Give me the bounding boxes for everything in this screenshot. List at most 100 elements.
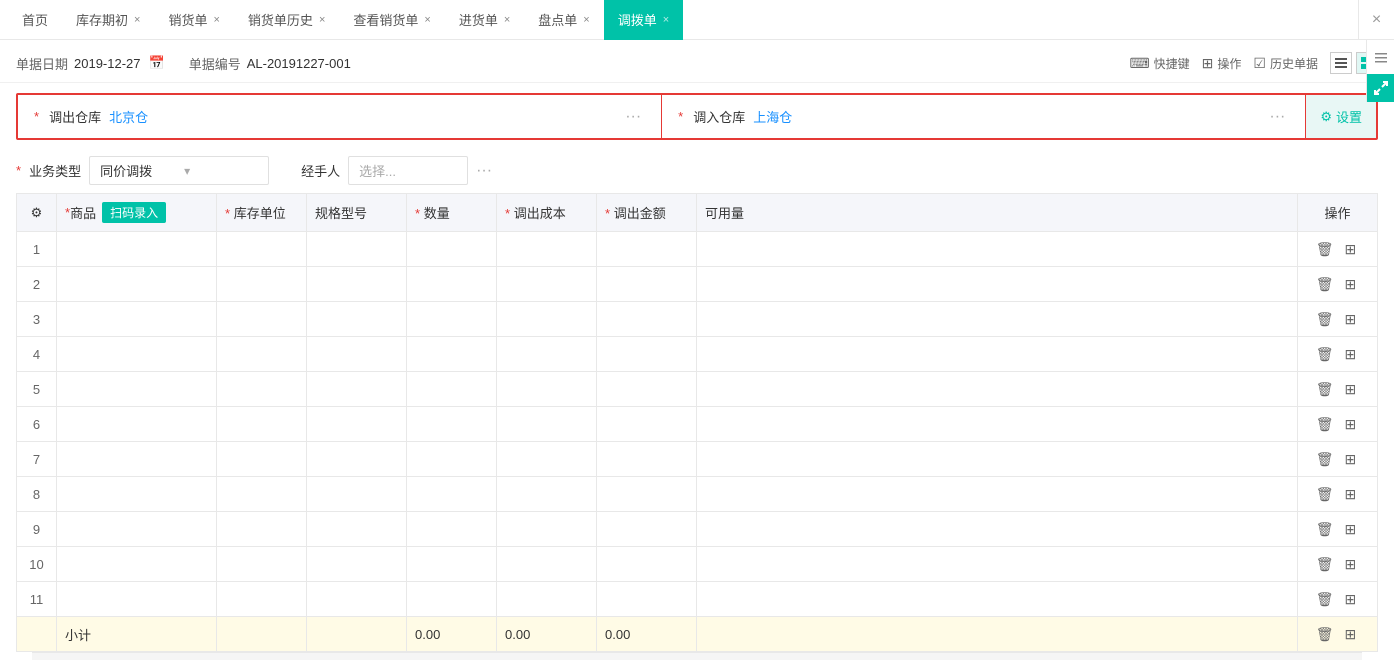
row-delete-icon[interactable]: 🗑 <box>1314 273 1336 295</box>
row-index-cell: 6 <box>17 407 57 442</box>
tab-close-purchase[interactable]: × <box>504 14 510 26</box>
tab-close-sales-order[interactable]: × <box>213 14 219 26</box>
layout-list-button[interactable] <box>1330 52 1352 74</box>
row-copy-icon[interactable]: ⊞ <box>1339 273 1361 295</box>
tab-home[interactable]: 首页 <box>8 0 62 40</box>
row-spec-cell <box>307 582 407 617</box>
row-copy-icon[interactable]: ⊞ <box>1339 553 1361 575</box>
row-copy-icon[interactable]: ⊞ <box>1339 378 1361 400</box>
table-row: 5 🗑 ⊞ <box>17 372 1378 407</box>
tab-close-inventory-init[interactable]: × <box>134 14 140 26</box>
subtotal-amount-cell: 0.00 <box>597 617 697 652</box>
row-product-cell[interactable] <box>57 267 217 302</box>
subtotal-delete-icon[interactable]: 🗑 <box>1314 623 1336 645</box>
keyboard-icon: ⌨ <box>1129 55 1149 72</box>
row-product-cell[interactable] <box>57 477 217 512</box>
row-product-cell[interactable] <box>57 582 217 617</box>
operations-button[interactable]: ⊞ 操作 <box>1202 55 1242 72</box>
row-product-cell[interactable] <box>57 372 217 407</box>
tab-purchase-order[interactable]: 进货单 × <box>445 0 524 40</box>
tab-transfer[interactable]: 调拨单 × <box>604 0 683 40</box>
tab-sales-history[interactable]: 销货单历史 × <box>234 0 339 40</box>
row-copy-icon[interactable]: ⊞ <box>1339 518 1361 540</box>
row-copy-icon[interactable]: ⊞ <box>1339 413 1361 435</box>
business-type-select[interactable]: 同价调拨 ▾ <box>89 156 269 185</box>
row-product-cell[interactable] <box>57 337 217 372</box>
horizontal-scrollbar[interactable] <box>32 652 1362 660</box>
scan-entry-button[interactable]: 扫码录入 <box>102 202 166 223</box>
tab-view-sales[interactable]: 查看销货单 × <box>339 0 444 40</box>
row-copy-icon[interactable]: ⊞ <box>1339 588 1361 610</box>
row-op-cell: 🗑 ⊞ <box>1298 232 1378 267</box>
calendar-icon[interactable]: 📅 <box>149 55 165 71</box>
doc-no-label: 单据编号 <box>189 54 241 73</box>
row-product-cell[interactable] <box>57 302 217 337</box>
tab-close-transfer[interactable]: × <box>663 14 669 26</box>
row-copy-icon[interactable]: ⊞ <box>1339 448 1361 470</box>
row-qty-cell <box>407 407 497 442</box>
shortcuts-button[interactable]: ⌨ 快捷键 <box>1129 55 1189 72</box>
row-cost-cell <box>497 337 597 372</box>
subtotal-copy-icon[interactable]: ⊞ <box>1339 623 1361 645</box>
sidebar-expand-icon[interactable] <box>1367 74 1394 102</box>
row-unit-cell <box>217 407 307 442</box>
row-delete-icon[interactable]: 🗑 <box>1314 448 1336 470</box>
tab-stocktake[interactable]: 盘点单 × <box>524 0 603 40</box>
row-delete-icon[interactable]: 🗑 <box>1314 308 1336 330</box>
history-button[interactable]: ☑ 历史单据 <box>1253 55 1318 72</box>
out-warehouse-more-button[interactable]: ··· <box>621 108 645 126</box>
tab-close-sales-history[interactable]: × <box>319 14 325 26</box>
row-cost-cell <box>497 407 597 442</box>
in-warehouse-label: 调入仓库 <box>693 107 745 126</box>
op-col-header: 操作 <box>1298 194 1378 232</box>
subtotal-spec-cell <box>307 617 407 652</box>
subtotal-op-cell: 🗑 ⊞ <box>1298 617 1378 652</box>
row-delete-icon[interactable]: 🗑 <box>1314 378 1336 400</box>
settings-col-header[interactable]: ⚙ <box>17 194 57 232</box>
row-qty-cell <box>407 582 497 617</box>
row-product-cell[interactable] <box>57 407 217 442</box>
row-spec-cell <box>307 267 407 302</box>
row-copy-icon[interactable]: ⊞ <box>1339 238 1361 260</box>
tab-close-view-sales[interactable]: × <box>424 14 430 26</box>
row-unit-cell <box>217 512 307 547</box>
sidebar-list-icon[interactable] <box>1367 44 1394 72</box>
row-copy-icon[interactable]: ⊞ <box>1339 308 1361 330</box>
row-cost-cell <box>497 477 597 512</box>
grid-icon: ⊞ <box>1202 55 1214 72</box>
row-copy-icon[interactable]: ⊞ <box>1339 343 1361 365</box>
row-cost-cell <box>497 547 597 582</box>
business-required-mark: * <box>16 163 21 178</box>
row-product-cell[interactable] <box>57 232 217 267</box>
row-qty-cell <box>407 267 497 302</box>
person-select[interactable]: 选择... <box>348 156 468 185</box>
row-delete-icon[interactable]: 🗑 <box>1314 413 1336 435</box>
row-delete-icon[interactable]: 🗑 <box>1314 588 1336 610</box>
row-delete-icon[interactable]: 🗑 <box>1314 518 1336 540</box>
in-warehouse-value[interactable]: 上海仓 <box>753 107 1257 126</box>
row-delete-icon[interactable]: 🗑 <box>1314 343 1336 365</box>
row-product-cell[interactable] <box>57 442 217 477</box>
row-unit-cell <box>217 372 307 407</box>
row-op-cell: 🗑 ⊞ <box>1298 302 1378 337</box>
row-delete-icon[interactable]: 🗑 <box>1314 238 1336 260</box>
row-product-cell[interactable] <box>57 512 217 547</box>
qty-col-header: * 数量 <box>407 194 497 232</box>
row-delete-icon[interactable]: 🗑 <box>1314 553 1336 575</box>
person-more-button[interactable]: ··· <box>476 162 492 180</box>
date-value: 2019-12-27 <box>74 56 141 71</box>
close-all-button[interactable]: × <box>1358 0 1394 40</box>
in-required-mark: * <box>678 109 683 124</box>
in-warehouse-more-button[interactable]: ··· <box>1265 108 1289 126</box>
row-product-cell[interactable] <box>57 547 217 582</box>
table-section: ⚙ * 商品 扫码录入 * 库存单位 规格型号 <box>16 193 1378 660</box>
row-amount-cell <box>597 407 697 442</box>
row-qty-cell <box>407 547 497 582</box>
tab-inventory-init[interactable]: 库存期初 × <box>62 0 154 40</box>
row-copy-icon[interactable]: ⊞ <box>1339 483 1361 505</box>
row-delete-icon[interactable]: 🗑 <box>1314 483 1336 505</box>
tab-sales-order[interactable]: 销货单 × <box>154 0 233 40</box>
tab-close-stocktake[interactable]: × <box>583 14 589 26</box>
subtotal-cost-cell: 0.00 <box>497 617 597 652</box>
out-warehouse-value[interactable]: 北京仓 <box>109 107 613 126</box>
